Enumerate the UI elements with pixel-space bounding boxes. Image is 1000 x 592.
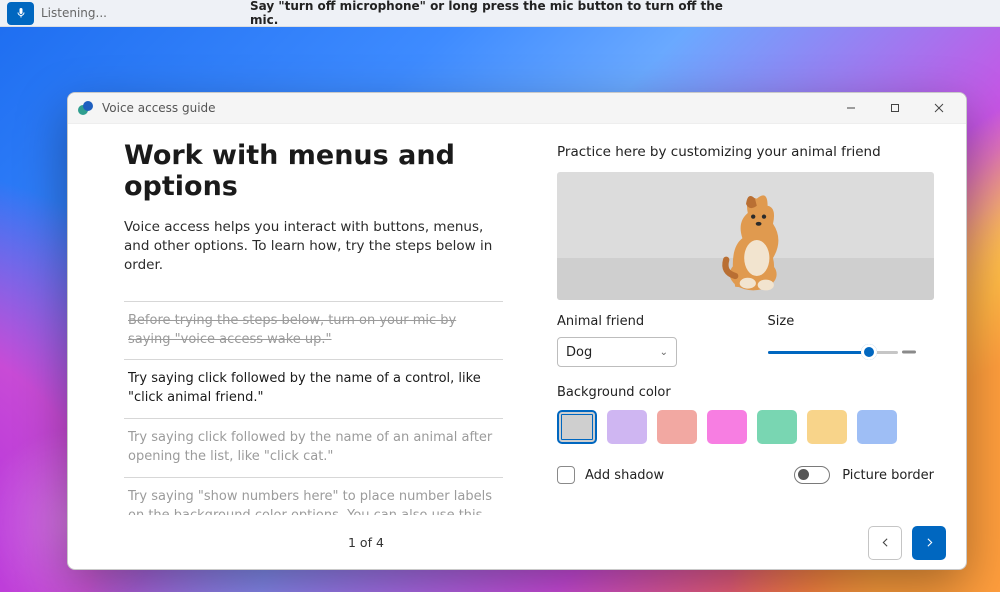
bg-swatch-pink[interactable] — [707, 410, 747, 444]
voice-hint-text: Say "turn off microphone" or long press … — [250, 0, 750, 27]
maximize-button[interactable] — [874, 95, 916, 122]
microphone-button[interactable] — [7, 2, 34, 25]
picture-border-toggle[interactable] — [794, 466, 830, 484]
prev-button[interactable] — [868, 526, 902, 560]
page-heading: Work with menus and options — [124, 140, 533, 202]
voice-access-topbar: Listening... Say "turn off microphone" o… — [0, 0, 1000, 27]
next-button[interactable] — [912, 526, 946, 560]
size-label: Size — [768, 314, 935, 329]
bg-swatch-coral[interactable] — [657, 410, 697, 444]
animal-preview — [557, 172, 934, 300]
close-button[interactable] — [918, 95, 960, 122]
intro-text: Voice access helps you interact with but… — [124, 218, 533, 275]
app-icon — [78, 100, 94, 116]
chevron-down-icon: ⌄ — [660, 347, 668, 358]
bg-swatch-cream[interactable] — [807, 410, 847, 444]
add-shadow-label: Add shadow — [585, 468, 664, 483]
page-indicator: 1 of 4 — [348, 535, 384, 550]
size-slider[interactable] — [768, 337, 898, 367]
voice-status-text: Listening... — [41, 6, 107, 20]
picture-border-label: Picture border — [842, 468, 934, 483]
microphone-icon — [15, 7, 27, 19]
step-item: Try saying "show numbers here" to place … — [124, 478, 503, 515]
step-item: Try saying click followed by the name of… — [124, 419, 503, 478]
minimize-button[interactable] — [830, 95, 872, 122]
step-list: Before trying the steps below, turn on y… — [124, 301, 533, 515]
bg-swatch-mint[interactable] — [757, 410, 797, 444]
dog-illustration — [700, 186, 792, 294]
bg-swatch-blue[interactable] — [857, 410, 897, 444]
chevron-left-icon — [879, 536, 892, 549]
checkbox-box — [557, 466, 575, 484]
step-item: Try saying click followed by the name of… — [124, 360, 503, 419]
background-color-label: Background color — [557, 385, 934, 400]
practice-heading: Practice here by customizing your animal… — [557, 144, 934, 160]
background-color-swatches — [557, 410, 934, 444]
add-shadow-checkbox[interactable]: Add shadow — [557, 466, 664, 484]
step-item: Before trying the steps below, turn on y… — [124, 301, 503, 361]
window-footer: 1 of 4 — [68, 515, 966, 569]
voice-access-guide-window: Voice access guide Work with menus and o… — [67, 92, 967, 570]
chevron-right-icon — [923, 536, 936, 549]
animal-friend-label: Animal friend — [557, 314, 724, 329]
bg-swatch-lilac[interactable] — [607, 410, 647, 444]
window-titlebar[interactable]: Voice access guide — [68, 93, 966, 124]
window-title: Voice access guide — [102, 101, 216, 115]
bg-swatch-grey[interactable] — [557, 410, 597, 444]
animal-friend-value: Dog — [566, 345, 592, 360]
animal-friend-select[interactable]: Dog ⌄ — [557, 337, 677, 367]
slider-thumb[interactable] — [861, 344, 877, 360]
